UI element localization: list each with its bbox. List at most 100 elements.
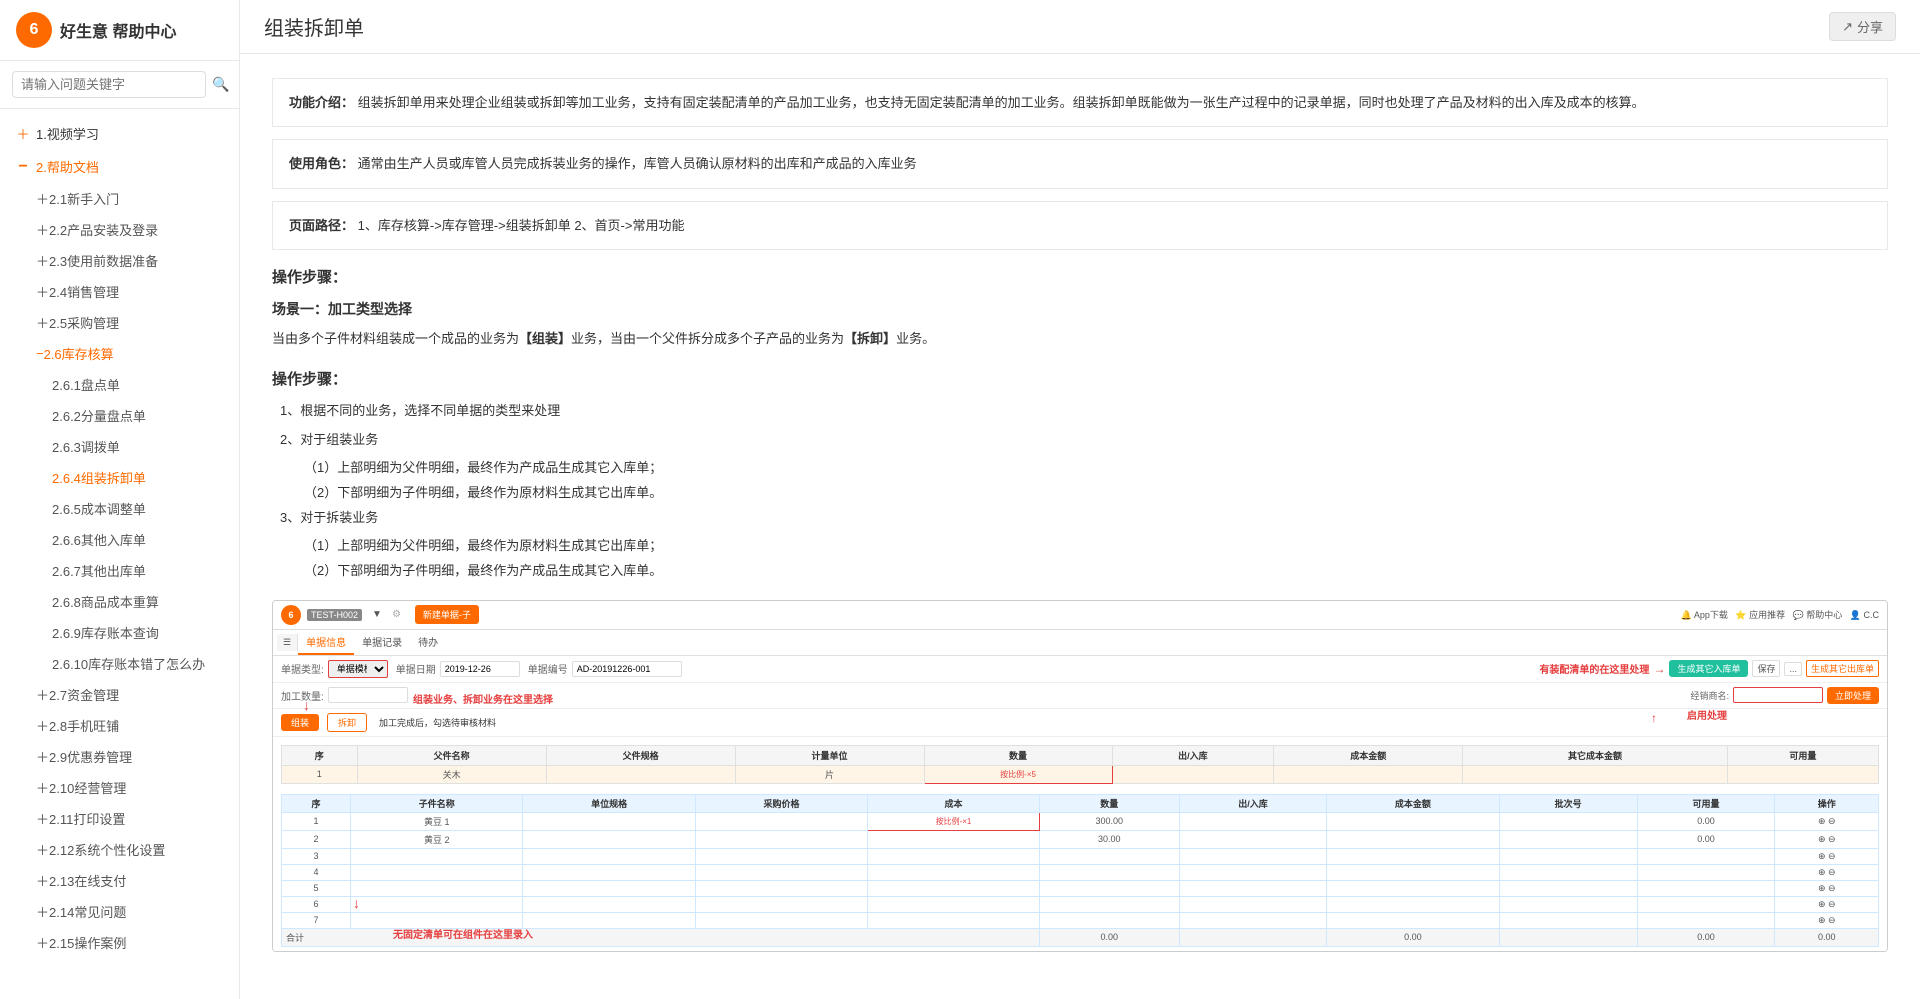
scenario-desc: 当由多个子件材料组装成一个成品的业务为【组装】业务，当由一个父件拆分成多个子产品… — [272, 327, 1888, 352]
sidebar-item-label: 2.13在线支付 — [49, 871, 126, 890]
sidebar-item-212[interactable]: ＋ 2.12系统个性化设置 — [0, 834, 239, 865]
footer-ops: 0.00 — [1775, 928, 1879, 946]
sidebar-item-label: 2.6.2分量盘点单 — [52, 406, 146, 425]
sidebar-item-213[interactable]: ＋ 2.13在线支付 — [0, 865, 239, 896]
sidebar-item-210[interactable]: ＋ 2.10经营管理 — [0, 772, 239, 803]
mock-table1-wrapper: 序 父件名称 父件规格 计量单位 数量 出/入库 成本金额 其它成本金额 可用量 — [273, 737, 1887, 788]
sidebar-item-21[interactable]: ＋ 2.1新手入门 — [0, 183, 239, 214]
logo-icon: 6 — [16, 12, 52, 48]
mock-disassemble-btn[interactable]: 拆卸 — [327, 713, 367, 732]
col-sub-ops: 操作 — [1775, 794, 1879, 812]
sidebar-item-label: 2.6库存核算 — [44, 344, 114, 363]
sidebar-item-214[interactable]: ＋ 2.14常见问题 — [0, 896, 239, 927]
sidebar-item-263[interactable]: 2.6.3调拨单 — [0, 431, 239, 462]
col-seq: 序 — [282, 745, 358, 765]
cell-qty: 30.00 — [1039, 830, 1179, 848]
plus-icon: ＋ — [36, 840, 49, 859]
sidebar-item-26[interactable]: − 2.6库存核算 — [0, 338, 239, 369]
cell-qty: 300.00 — [1039, 812, 1179, 830]
sidebar-item-label: 2.8手机旺铺 — [49, 716, 119, 735]
mock-more-btn[interactable]: ... — [1784, 662, 1802, 676]
col-in-out: 出/入库 — [1112, 745, 1274, 765]
cell-costamt — [1327, 830, 1499, 848]
sidebar-item-label: 2.5采购管理 — [49, 313, 119, 332]
cell-cost — [868, 830, 1040, 848]
share-button[interactable]: ↗ 分享 — [1829, 12, 1896, 41]
mock-qty-input[interactable] — [328, 687, 408, 703]
plus-icon: ＋ — [36, 871, 49, 890]
sidebar-item-23[interactable]: ＋ 2.3使用前数据准备 — [0, 245, 239, 276]
col-available: 可用量 — [1727, 745, 1878, 765]
sidebar-item-211[interactable]: ＋ 2.11打印设置 — [0, 803, 239, 834]
sidebar-item-27[interactable]: ＋ 2.7资金管理 — [0, 679, 239, 710]
sidebar-item-25[interactable]: ＋ 2.5采购管理 — [0, 307, 239, 338]
mock-logo-icon: 6 — [281, 605, 301, 625]
plus-icon: ＋ — [36, 902, 49, 921]
sidebar-item-video[interactable]: ＋ 1.视频学习 — [0, 117, 239, 150]
plus-icon: ＋ — [36, 313, 49, 332]
mock-type-select[interactable]: 单据模板 — [328, 660, 388, 678]
mock-confirm-btn[interactable]: 生成其它入库单 — [1669, 660, 1748, 677]
main-content: 组装拆卸单 ↗ 分享 功能介绍： 组装拆卸单用来处理企业组装或拆卸等加工业务，支… — [240, 0, 1920, 999]
mock-new-btn: 新建单据-子 — [415, 605, 479, 624]
path-text: 1、库存核算->库存管理->组装拆卸单 2、首页->常用功能 — [358, 218, 685, 233]
sidebar-item-267[interactable]: 2.6.7其他出库单 — [0, 555, 239, 586]
sidebar-item-264[interactable]: 2.6.4组装拆卸单 — [0, 462, 239, 493]
col-sub-qty: 数量 — [1039, 794, 1179, 812]
annotation-1: 有装配清单的在这里处理 — [1539, 661, 1649, 676]
scenario-one: 场景一：加工类型选择 — [272, 299, 1888, 319]
mock-table2-wrapper: 无固定清单可在组件在这里录入 ↓ 序 子件名称 单位规格 采购价格 成本 — [273, 788, 1887, 951]
sidebar-item-label: 2.6.3调拨单 — [52, 437, 120, 456]
sidebar-item-265[interactable]: 2.6.5成本调整单 — [0, 493, 239, 524]
mock-bill-label: 单据编号 — [528, 661, 568, 676]
sidebar-item-label: 2.9优惠券管理 — [49, 747, 132, 766]
mock-warehouse-input[interactable] — [1733, 687, 1823, 703]
plus-icon: ＋ — [36, 282, 49, 301]
steps-title: 操作步骤： — [272, 266, 1888, 287]
sidebar-item-266[interactable]: 2.6.6其他入库单 — [0, 524, 239, 555]
plus-icon: ＋ — [16, 127, 30, 141]
table-row: 1 关木 片 按比例-×5 — [282, 765, 1879, 783]
mock-date-input[interactable] — [440, 661, 520, 677]
cell-avail: 0.00 — [1637, 830, 1775, 848]
step3-sub1: （1）上部明细为父件明细，最终作为原材料生成其它出库单； — [272, 534, 1888, 559]
sidebar-nav: ＋ 1.视频学习 − 2.帮助文档 ＋ 2.1新手入门 ＋ 2.2产品安装及登录… — [0, 109, 239, 999]
col-sub-seq: 序 — [282, 794, 351, 812]
sidebar-item-269[interactable]: 2.6.9库存账本查询 — [0, 617, 239, 648]
minus-icon: − — [36, 346, 44, 361]
sidebar-item-docs[interactable]: − 2.帮助文档 — [0, 150, 239, 183]
page-header: 组装拆卸单 ↗ 分享 — [240, 0, 1920, 54]
mock-submit-btn[interactable]: 生成其它出库单 — [1806, 660, 1879, 677]
mock-assemble-btn[interactable]: 组装 — [281, 714, 319, 731]
table-row: 1 黄豆 1 按比例-×1 300.00 0.00 — [282, 812, 1879, 830]
footer-inout — [1179, 928, 1327, 946]
share-icon: ↗ — [1842, 19, 1853, 35]
table-row: 2 黄豆 2 30.00 0.00 — [282, 830, 1879, 848]
sidebar-item-label: 2.帮助文档 — [36, 157, 99, 176]
sidebar-item-22[interactable]: ＋ 2.2产品安装及登录 — [0, 214, 239, 245]
mock-save-btn[interactable]: 保存 — [1752, 660, 1780, 677]
sidebar-item-29[interactable]: ＋ 2.9优惠券管理 — [0, 741, 239, 772]
mock-type-hint: 加工完成后，勾选待审核材料 — [379, 716, 496, 729]
mock-bill-input[interactable] — [572, 661, 682, 677]
sidebar-item-215[interactable]: ＋ 2.15操作案例 — [0, 927, 239, 958]
page-title: 组装拆卸单 — [264, 12, 364, 41]
plus-icon: ＋ — [36, 716, 49, 735]
search-icon[interactable]: 🔍 — [212, 76, 229, 93]
sidebar-item-28[interactable]: ＋ 2.8手机旺铺 — [0, 710, 239, 741]
search-input[interactable] — [12, 71, 206, 98]
sidebar-item-2610[interactable]: 2.6.10库存账本错了怎么办 — [0, 648, 239, 679]
sidebar-item-268[interactable]: 2.6.8商品成本重算 — [0, 586, 239, 617]
sidebar-item-261[interactable]: 2.6.1盘点单 — [0, 369, 239, 400]
share-label: 分享 — [1857, 17, 1883, 36]
cell-spec — [546, 765, 735, 783]
mock-icons-right: 🔔 App下载 ⭐ 应用推荐 💬 帮助中心 👤 C.C — [1681, 608, 1879, 621]
cell-name: 黄豆 1 — [351, 812, 523, 830]
sidebar-item-24[interactable]: ＋ 2.4销售管理 — [0, 276, 239, 307]
sidebar-item-262[interactable]: 2.6.2分量盘点单 — [0, 400, 239, 431]
mock-apply-btn[interactable]: 立即处理 — [1827, 687, 1879, 704]
step2-sub1: （1）上部明细为父件明细，最终作为产成品生成其它入库单； — [272, 456, 1888, 481]
step3-sub2: （2）下部明细为子件明细，最终作为产成品生成其它入库单。 — [272, 559, 1888, 584]
cell-batch — [1499, 812, 1637, 830]
logo-area: 6 好生意 帮助中心 — [0, 0, 239, 61]
